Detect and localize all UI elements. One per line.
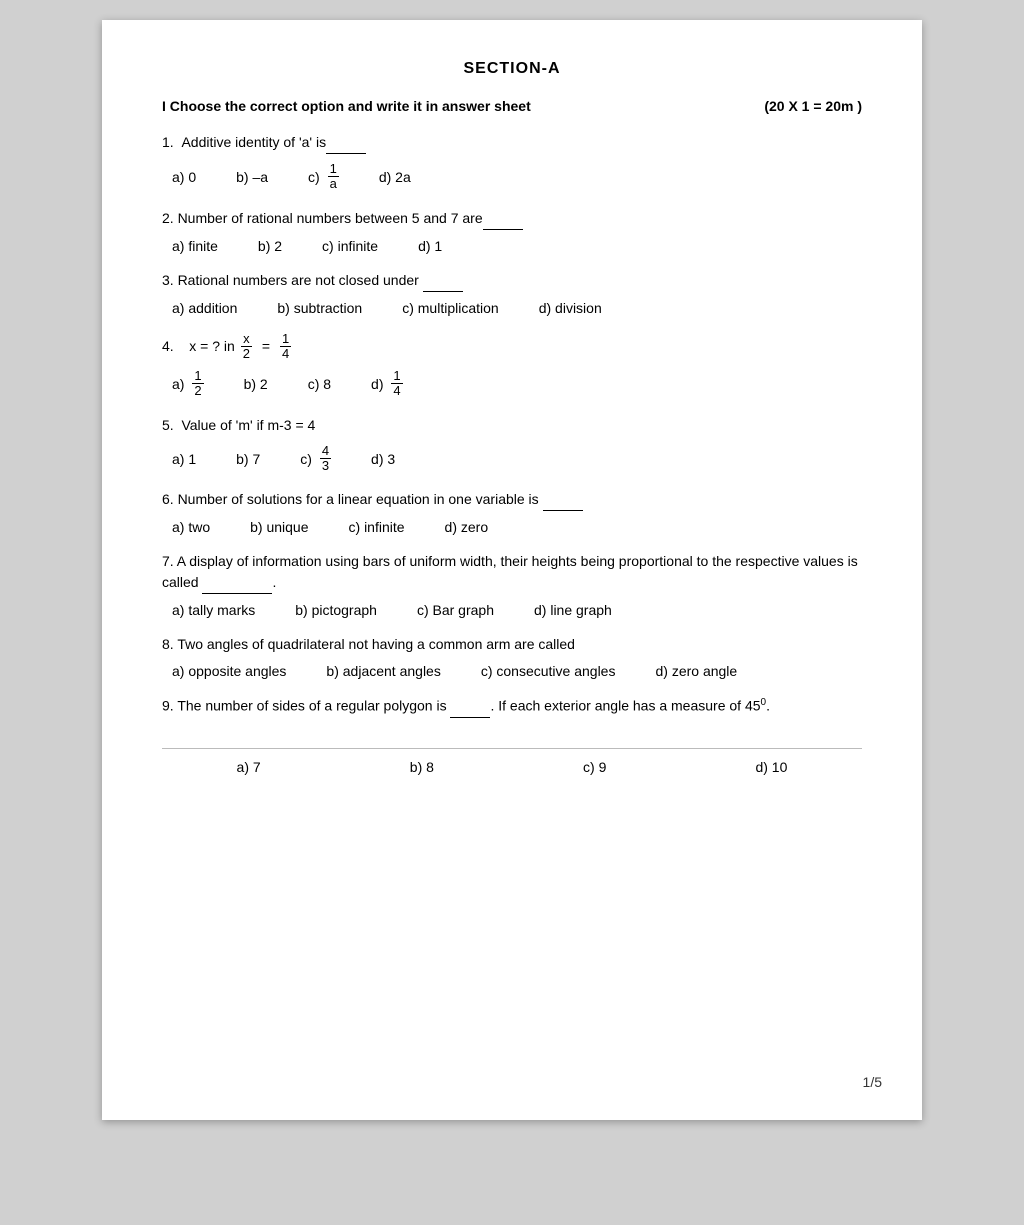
q1-text: 1. Additive identity of 'a' is: [162, 132, 862, 154]
bottom-option-d: d) 10: [755, 759, 787, 775]
q2-option-a: a) finite: [172, 238, 218, 254]
q9-text: 9. The number of sides of a regular poly…: [162, 695, 862, 718]
marks-text: (20 X 1 = 20m ): [764, 98, 862, 114]
q1-option-a: a) 0: [172, 169, 196, 185]
question-2: 2. Number of rational numbers between 5 …: [162, 208, 862, 254]
q4-options: a) 1 2 b) 2 c) 8 d) 1 4: [162, 369, 862, 399]
q3-option-c: c) multiplication: [402, 300, 498, 316]
section-title: SECTION-A: [162, 60, 862, 78]
q8-option-c: c) consecutive angles: [481, 663, 616, 679]
q6-option-a: a) two: [172, 519, 210, 535]
q7-option-d: d) line graph: [534, 602, 612, 618]
q5-option-a: a) 1: [172, 451, 196, 467]
bottom-option-a: a) 7: [237, 759, 261, 775]
q2-text: 2. Number of rational numbers between 5 …: [162, 208, 862, 230]
q4-option-d: d) 1 4: [371, 369, 403, 399]
q3-options: a) addition b) subtraction c) multiplica…: [162, 300, 862, 316]
q8-option-d: d) zero angle: [655, 663, 737, 679]
q4-option-c: c) 8: [308, 376, 331, 392]
q2-options: a) finite b) 2 c) infinite d) 1: [162, 238, 862, 254]
q7-option-c: c) Bar graph: [417, 602, 494, 618]
question-8: 8. Two angles of quadrilateral not havin…: [162, 634, 862, 679]
q5-option-b: b) 7: [236, 451, 260, 467]
bottom-option-c: c) 9: [583, 759, 606, 775]
question-3: 3. Rational numbers are not closed under…: [162, 270, 862, 316]
q1-option-b: b) –a: [236, 169, 268, 185]
q4-option-b: b) 2: [244, 376, 268, 392]
question-6: 6. Number of solutions for a linear equa…: [162, 489, 862, 535]
q2-option-d: d) 1: [418, 238, 442, 254]
q6-options: a) two b) unique c) infinite d) zero: [162, 519, 862, 535]
q4-option-a: a) 1 2: [172, 369, 204, 399]
exam-page: SECTION-A I Choose the correct option an…: [102, 20, 922, 1120]
q5-options: a) 1 b) 7 c) 4 3 d) 3: [162, 444, 862, 474]
q7-option-a: a) tally marks: [172, 602, 255, 618]
q7-option-b: b) pictograph: [295, 602, 377, 618]
q4-text: 4. x = ? in x 2 = 1 4: [162, 332, 862, 362]
q5-option-c: c) 4 3: [300, 444, 331, 474]
question-9: 9. The number of sides of a regular poly…: [162, 695, 862, 718]
question-4: 4. x = ? in x 2 = 1 4 a) 1 2 b) 2 c) 8 d…: [162, 332, 862, 399]
bottom-option-b: b) 8: [410, 759, 434, 775]
q2-option-b: b) 2: [258, 238, 282, 254]
q3-option-a: a) addition: [172, 300, 237, 316]
q7-options: a) tally marks b) pictograph c) Bar grap…: [162, 602, 862, 618]
question-1: 1. Additive identity of 'a' is a) 0 b) –…: [162, 132, 862, 192]
q8-option-a: a) opposite angles: [172, 663, 286, 679]
question-5: 5. Value of 'm' if m-3 = 4 a) 1 b) 7 c) …: [162, 415, 862, 474]
q2-option-c: c) infinite: [322, 238, 378, 254]
q6-option-c: c) infinite: [349, 519, 405, 535]
q3-option-b: b) subtraction: [277, 300, 362, 316]
q1-option-d: d) 2a: [379, 169, 411, 185]
q3-text: 3. Rational numbers are not closed under: [162, 270, 862, 292]
q6-text: 6. Number of solutions for a linear equa…: [162, 489, 862, 511]
q5-text: 5. Value of 'm' if m-3 = 4: [162, 415, 862, 436]
q1-options: a) 0 b) –a c) 1 a d) 2a: [162, 162, 862, 192]
q8-options: a) opposite angles b) adjacent angles c)…: [162, 663, 862, 679]
q6-option-d: d) zero: [445, 519, 489, 535]
q8-option-b: b) adjacent angles: [326, 663, 440, 679]
page-number: 1/5: [863, 1074, 882, 1090]
q6-option-b: b) unique: [250, 519, 308, 535]
instruction-text: I Choose the correct option and write it…: [162, 98, 531, 114]
question-7: 7. A display of information using bars o…: [162, 551, 862, 618]
q8-text: 8. Two angles of quadrilateral not havin…: [162, 634, 862, 655]
q7-text: 7. A display of information using bars o…: [162, 551, 862, 594]
instruction-row: I Choose the correct option and write it…: [162, 98, 862, 114]
q5-option-d: d) 3: [371, 451, 395, 467]
q3-option-d: d) division: [539, 300, 602, 316]
bottom-options: a) 7 b) 8 c) 9 d) 10: [162, 748, 862, 775]
q1-option-c: c) 1 a: [308, 162, 339, 192]
